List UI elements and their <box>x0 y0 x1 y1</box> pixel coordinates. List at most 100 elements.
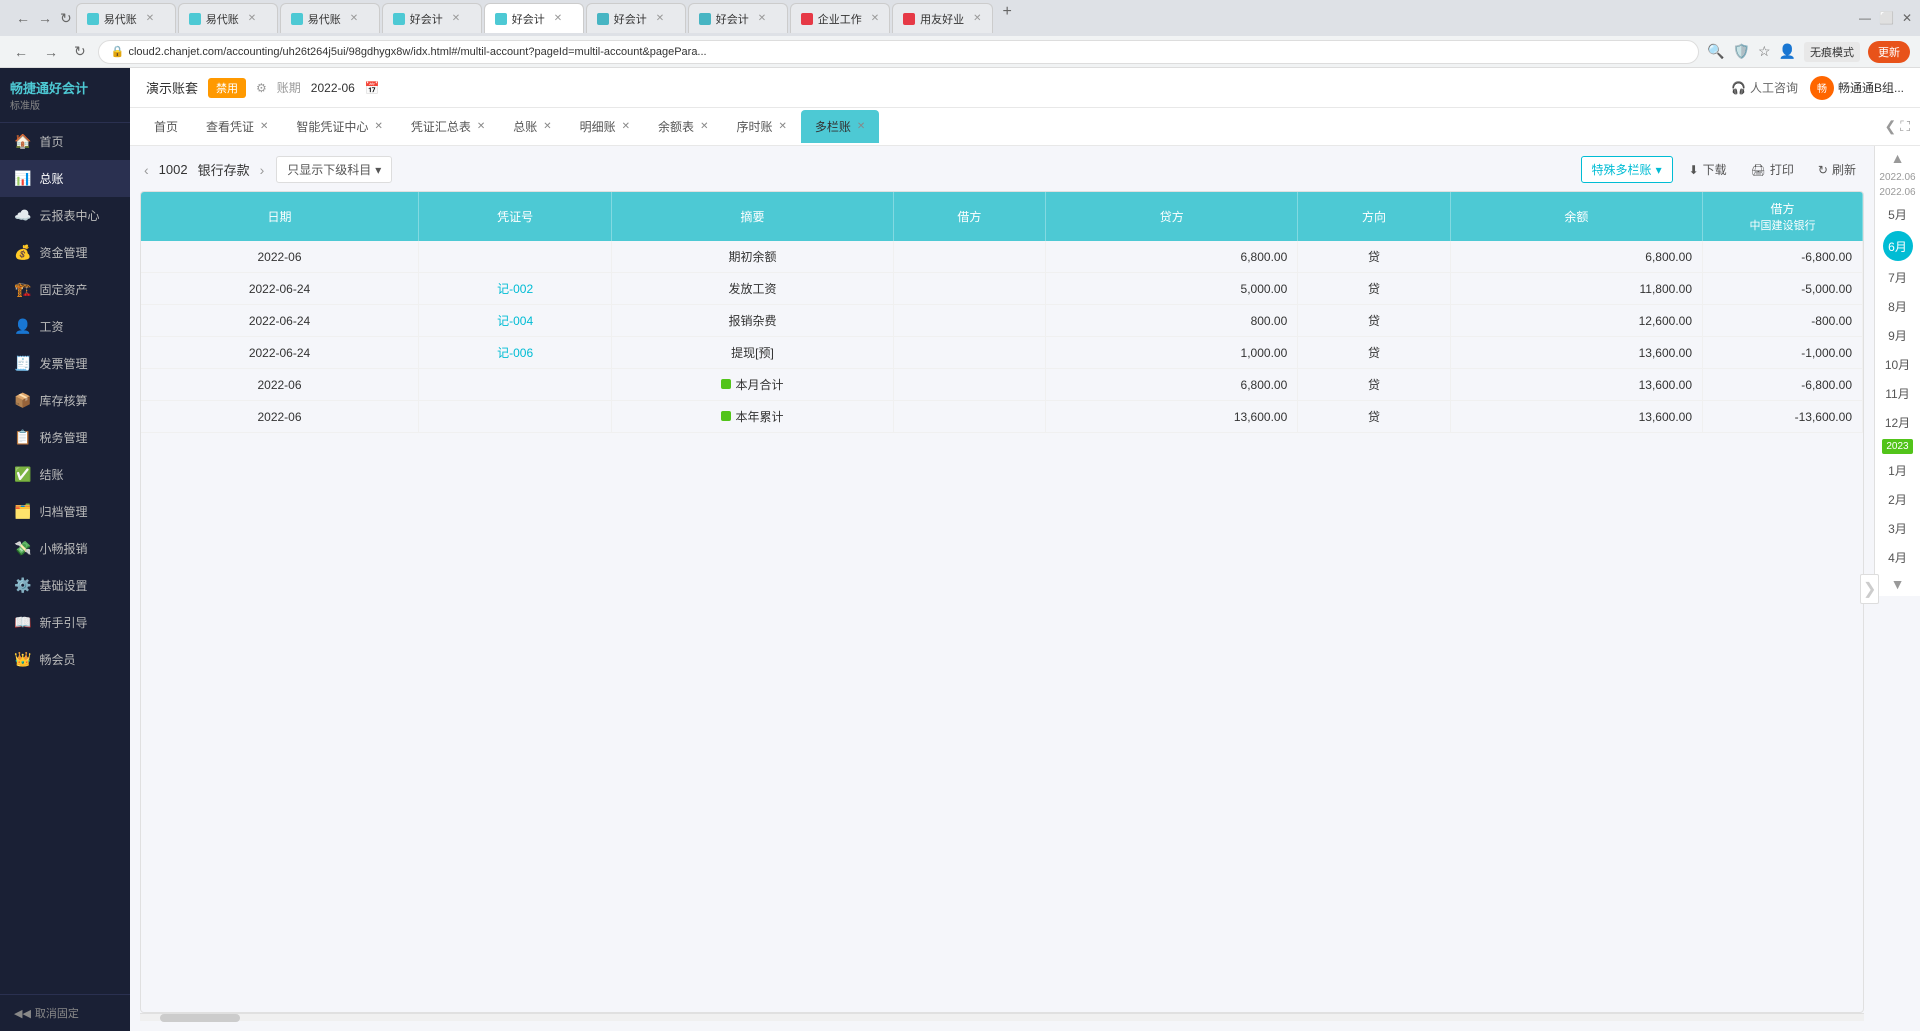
sidebar-item-salary[interactable]: 👤 工资 <box>0 308 130 345</box>
tab-close-6[interactable]: ✕ <box>656 13 664 24</box>
month-item-mar-2023[interactable]: 3月 <box>1875 514 1920 543</box>
browser-tab-6[interactable]: 好会计 ✕ <box>586 3 686 33</box>
sidebar-item-expense[interactable]: 💸 小畅报销 <box>0 530 130 567</box>
tab-close-2[interactable]: ✕ <box>248 13 256 24</box>
show-sub-accounts-button[interactable]: 只显示下级科目 ▾ <box>276 156 392 183</box>
tab-voucher-summary-close[interactable]: ✕ <box>477 121 485 132</box>
forward-icon[interactable]: → <box>38 10 52 27</box>
tab-sequential[interactable]: 序时账 ✕ <box>722 110 800 143</box>
prev-account-button[interactable]: ‹ <box>140 162 153 178</box>
month-item-october[interactable]: 10月 <box>1875 350 1920 379</box>
sidebar-item-home[interactable]: 🏠 首页 <box>0 123 130 160</box>
tab-general-ledger[interactable]: 总账 ✕ <box>499 110 565 143</box>
tab-voucher-view-close[interactable]: ✕ <box>260 121 268 132</box>
service-button[interactable]: 🎧 人工咨询 <box>1731 79 1798 96</box>
sidebar-item-fixed-assets[interactable]: 🏗️ 固定资产 <box>0 271 130 308</box>
expand-panel-icon[interactable]: ⛶ <box>1900 118 1910 135</box>
tab-detail-ledger-close[interactable]: ✕ <box>622 121 630 132</box>
browser-tab-7[interactable]: 好会计 ✕ <box>688 3 788 33</box>
sidebar-item-cloud-report[interactable]: ☁️ 云报表中心 <box>0 197 130 234</box>
horizontal-scrollbar[interactable] <box>140 1013 1864 1021</box>
month-scroll-down[interactable]: ▼ <box>1887 572 1909 596</box>
month-item-july[interactable]: 7月 <box>1875 263 1920 292</box>
user-info[interactable]: 畅 畅通通B组... <box>1810 76 1904 100</box>
sidebar-item-settings[interactable]: ⚙️ 基础设置 <box>0 567 130 604</box>
extension-icon[interactable]: 🛡️ <box>1733 43 1750 60</box>
browser-tab-1[interactable]: 易代账 ✕ <box>76 3 176 33</box>
scrollbar-thumb[interactable] <box>160 1014 240 1022</box>
profile-icon[interactable]: 👤 <box>1779 43 1796 60</box>
tab-close-8[interactable]: ✕ <box>871 13 879 24</box>
month-item-november[interactable]: 11月 <box>1875 379 1920 408</box>
tab-multi-column[interactable]: 多栏账 ✕ <box>801 110 879 143</box>
sidebar-item-ledger[interactable]: 📊 总账 <box>0 160 130 197</box>
sidebar-item-funds[interactable]: 💰 资金管理 <box>0 234 130 271</box>
back-icon[interactable]: ← <box>16 10 30 27</box>
refresh-button[interactable]: ↻ 刷新 <box>1810 157 1864 182</box>
tab-close-4[interactable]: ✕ <box>452 13 460 24</box>
tab-detail-ledger[interactable]: 明细账 ✕ <box>566 110 644 143</box>
tab-balance-close[interactable]: ✕ <box>700 121 708 132</box>
tab-close-7[interactable]: ✕ <box>758 13 766 24</box>
tab-smart-voucher-close[interactable]: ✕ <box>374 121 382 132</box>
sidebar-item-guide[interactable]: 📖 新手引导 <box>0 604 130 641</box>
tab-balance[interactable]: 余额表 ✕ <box>644 110 722 143</box>
demo-badge[interactable]: 禁用 <box>208 78 246 98</box>
tab-close-3[interactable]: ✕ <box>350 13 358 24</box>
tab-multi-column-close[interactable]: ✕ <box>857 121 865 132</box>
tab-general-ledger-close[interactable]: ✕ <box>543 121 551 132</box>
browser-tab-2[interactable]: 易代账 ✕ <box>178 3 278 33</box>
calendar-icon[interactable]: 📅 <box>365 81 380 95</box>
tab-close-9[interactable]: ✕ <box>973 13 981 24</box>
browser-tab-9[interactable]: 用友好业 ✕ <box>892 3 992 33</box>
print-button[interactable]: 🖨 打印 <box>1743 157 1802 182</box>
tab-close-1[interactable]: ✕ <box>146 13 154 24</box>
month-item-june-active[interactable]: 6月 <box>1883 231 1913 261</box>
browser-tab-8[interactable]: 企业工作 ✕ <box>790 3 890 33</box>
sidebar-item-archive[interactable]: 🗂️ 归档管理 <box>0 493 130 530</box>
collapse-tabs-icon[interactable]: ❮ <box>1884 118 1896 135</box>
tab-voucher-summary[interactable]: 凭证汇总表 ✕ <box>397 110 499 143</box>
url-bar[interactable]: 🔒 cloud2.chanjet.com/accounting/uh26t264… <box>98 40 1699 64</box>
minimize-icon[interactable]: — <box>1859 11 1871 25</box>
update-button[interactable]: 更新 <box>1868 41 1910 63</box>
tab-sequential-close[interactable]: ✕ <box>778 121 786 132</box>
search-icon[interactable]: 🔍 <box>1707 43 1724 60</box>
voucher-link-004[interactable]: 记-004 <box>497 314 533 328</box>
month-item-feb-2023[interactable]: 2月 <box>1875 485 1920 514</box>
month-item-august[interactable]: 8月 <box>1875 292 1920 321</box>
browser-tab-4[interactable]: 好会计 ✕ <box>382 3 482 33</box>
sidebar-item-close-account[interactable]: ✅ 结账 <box>0 456 130 493</box>
back-button[interactable]: ← <box>10 44 32 60</box>
browser-nav-controls[interactable]: ← → ↻ <box>16 10 72 27</box>
sidebar-pin-toggle[interactable]: ◀◀ 取消固定 <box>0 994 130 1031</box>
new-tab-button[interactable]: + <box>995 3 1020 33</box>
tab-home[interactable]: 首页 <box>140 110 192 143</box>
tab-voucher-view[interactable]: 查看凭证 ✕ <box>192 110 282 143</box>
browser-tab-5[interactable]: 好会计 ✕ <box>484 3 584 33</box>
sidebar-item-vip[interactable]: 👑 畅会员 <box>0 641 130 678</box>
forward-button[interactable]: → <box>40 44 62 60</box>
close-window-icon[interactable]: ✕ <box>1902 11 1912 25</box>
reload-button[interactable]: ↻ <box>70 43 90 60</box>
special-ledger-button[interactable]: 特殊多栏账 ▾ <box>1581 156 1673 183</box>
month-item-september[interactable]: 9月 <box>1875 321 1920 350</box>
tab-close-5[interactable]: ✕ <box>554 13 562 24</box>
next-account-button[interactable]: › <box>256 162 269 178</box>
company-settings-icon[interactable]: ⚙ <box>256 81 267 95</box>
browser-tab-3[interactable]: 易代账 ✕ <box>280 3 380 33</box>
month-scroll-up[interactable]: ▲ <box>1887 146 1909 170</box>
sidebar-item-inventory[interactable]: 📦 库存核算 <box>0 382 130 419</box>
voucher-link-002[interactable]: 记-002 <box>497 282 533 296</box>
download-button[interactable]: ⬇ 下载 <box>1681 157 1735 182</box>
voucher-link-006[interactable]: 记-006 <box>497 346 533 360</box>
panel-collapse-icon[interactable]: ❯ <box>1860 574 1879 604</box>
tab-smart-voucher[interactable]: 智能凭证中心 ✕ <box>282 110 396 143</box>
month-item-jan-2023[interactable]: 1月 <box>1875 456 1920 485</box>
month-item-december[interactable]: 12月 <box>1875 408 1920 437</box>
maximize-icon[interactable]: ⬜ <box>1879 11 1894 25</box>
silent-mode-label[interactable]: 无痕模式 <box>1804 42 1860 62</box>
bookmark-icon[interactable]: ☆ <box>1758 43 1771 60</box>
month-item-may[interactable]: 5月 <box>1875 200 1920 229</box>
sidebar-item-tax[interactable]: 📋 税务管理 <box>0 419 130 456</box>
